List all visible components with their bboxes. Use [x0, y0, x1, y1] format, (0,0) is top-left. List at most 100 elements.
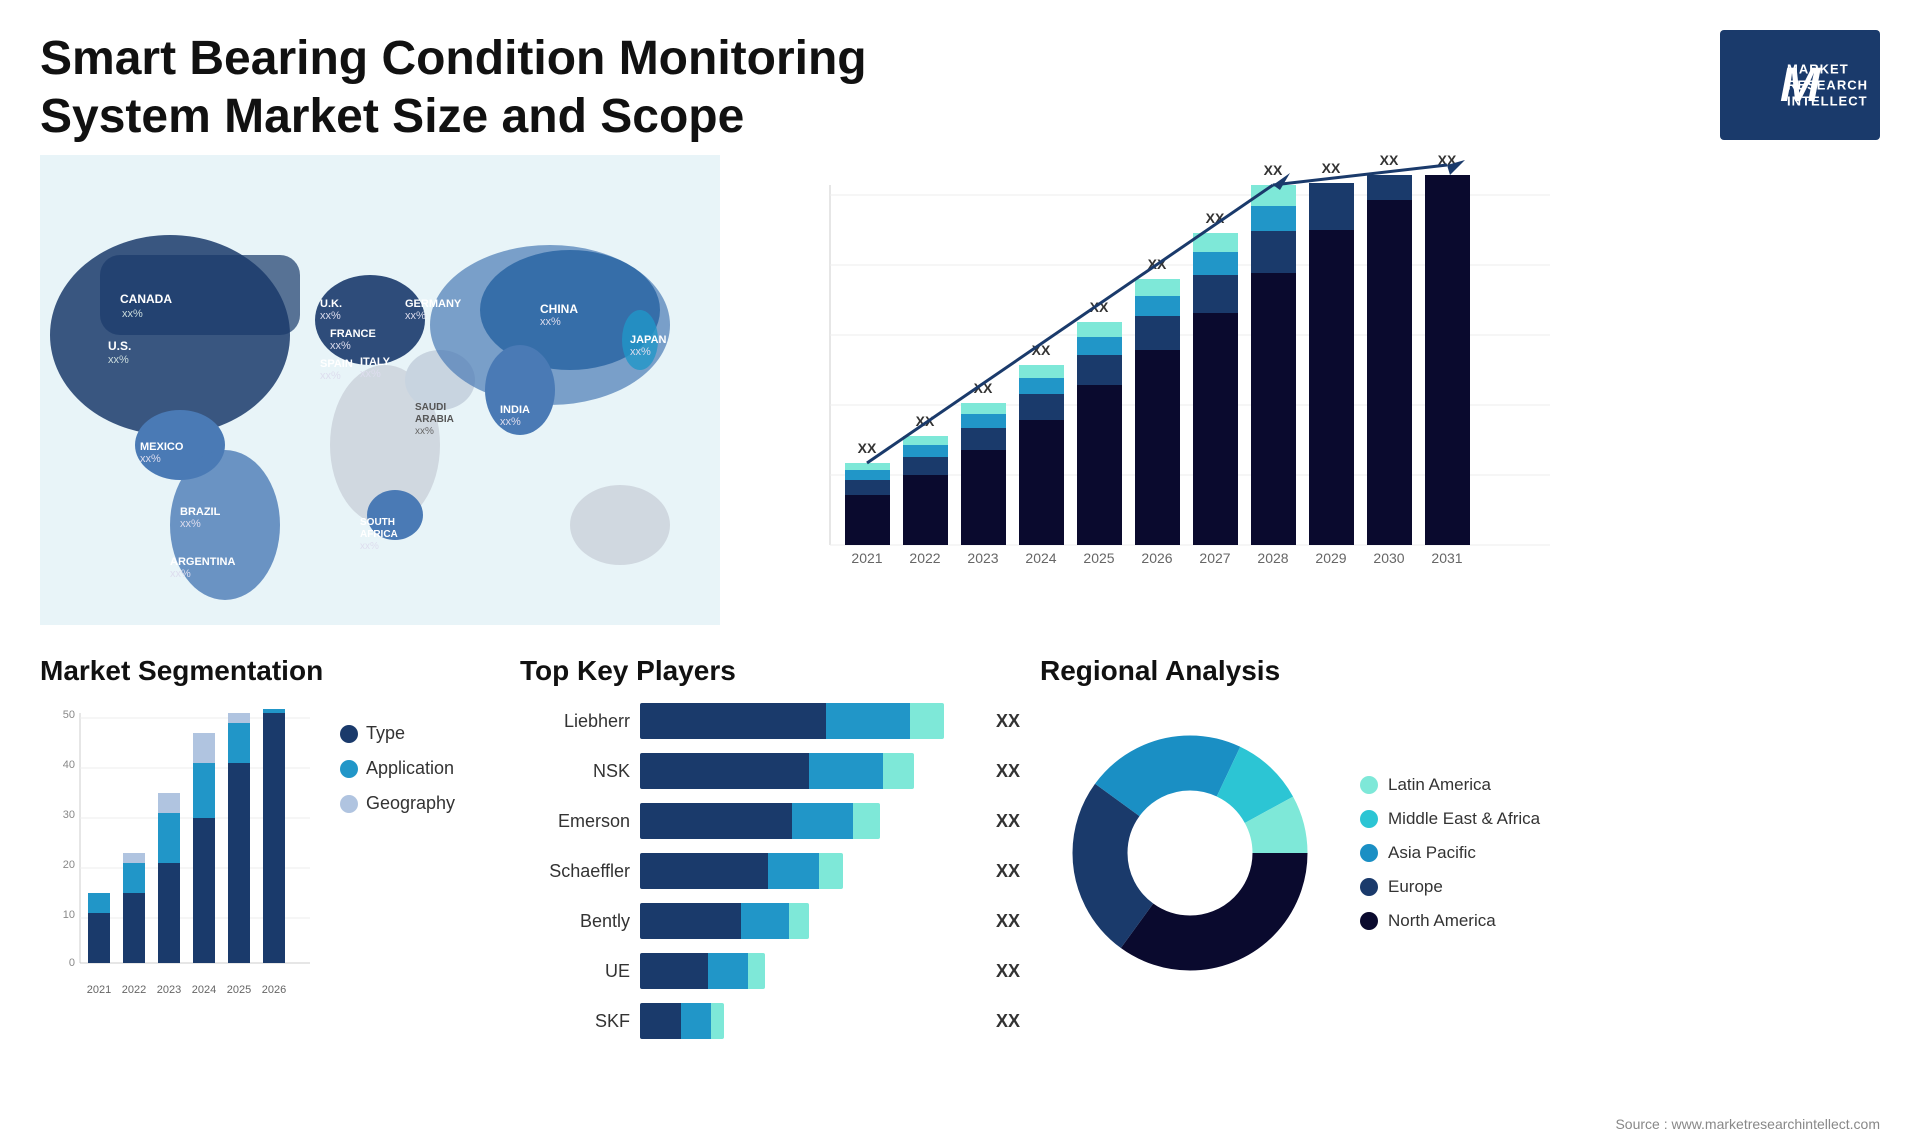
- type-dot: [340, 725, 358, 743]
- svg-text:ARGENTINA: ARGENTINA: [170, 556, 235, 568]
- svg-text:INDIA: INDIA: [500, 404, 530, 416]
- svg-text:FRANCE: FRANCE: [330, 328, 376, 340]
- svg-text:xx%: xx%: [330, 340, 351, 352]
- player-bar-emerson: [640, 803, 978, 839]
- reg-legend-na: North America: [1360, 911, 1540, 931]
- reg-legend-apac: Asia Pacific: [1360, 843, 1540, 863]
- svg-text:xx%: xx%: [170, 568, 191, 580]
- svg-text:ITALY: ITALY: [360, 356, 391, 368]
- svg-text:2025: 2025: [227, 984, 251, 996]
- svg-text:XX: XX: [1264, 162, 1283, 178]
- donut-chart-svg: [1040, 703, 1340, 1003]
- svg-text:GERMANY: GERMANY: [405, 298, 462, 310]
- segmentation-section: Market Segmentation 0 10 20 30 40 50: [40, 655, 500, 1075]
- svg-text:2024: 2024: [1025, 550, 1056, 566]
- growth-chart-container: XX XX XX XX: [760, 155, 1880, 635]
- apac-dot: [1360, 844, 1378, 862]
- svg-text:BRAZIL: BRAZIL: [180, 506, 221, 518]
- latin-label: Latin America: [1388, 775, 1491, 795]
- player-row-skf: SKF XX: [520, 1003, 1020, 1039]
- key-players-section: Top Key Players Liebherr XX: [520, 655, 1020, 1075]
- map-svg: CANADA xx% U.S. xx% MEXICO xx% BRAZIL xx…: [40, 155, 720, 625]
- geo-dot: [340, 795, 358, 813]
- svg-text:CANADA: CANADA: [120, 292, 172, 306]
- seg-chart-area: 0 10 20 30 40 50 2021: [40, 703, 500, 1013]
- player-row-emerson: Emerson XX: [520, 803, 1020, 839]
- page-title: Smart Bearing Condition Monitoring Syste…: [40, 30, 940, 145]
- svg-text:0: 0: [69, 957, 75, 969]
- svg-text:AFRICA: AFRICA: [360, 529, 398, 540]
- mea-label: Middle East & Africa: [1388, 809, 1540, 829]
- logo-line1: MARKET: [1787, 62, 1868, 77]
- svg-text:2026: 2026: [262, 984, 286, 996]
- regional-title: Regional Analysis: [1040, 655, 1880, 687]
- regional-legend: Latin America Middle East & Africa Asia …: [1360, 775, 1540, 931]
- europe-dot: [1360, 878, 1378, 896]
- reg-legend-mea: Middle East & Africa: [1360, 809, 1540, 829]
- svg-text:XX: XX: [1380, 155, 1399, 168]
- source-text: Source : www.marketresearchintellect.com: [1615, 1116, 1880, 1132]
- player-label-skf: XX: [996, 1003, 1020, 1039]
- svg-text:JAPAN: JAPAN: [630, 334, 667, 346]
- svg-text:xx%: xx%: [630, 346, 651, 358]
- svg-text:30: 30: [63, 809, 75, 821]
- apac-label: Asia Pacific: [1388, 843, 1476, 863]
- svg-text:2029: 2029: [1315, 550, 1346, 566]
- header: Smart Bearing Condition Monitoring Syste…: [0, 0, 1920, 155]
- player-name-nsk: NSK: [520, 761, 630, 782]
- player-name-emerson: Emerson: [520, 811, 630, 832]
- player-bar-liebherr: [640, 703, 978, 739]
- seg-bar-chart: 0 10 20 30 40 50 2021: [40, 703, 320, 1013]
- svg-text:xx%: xx%: [108, 354, 129, 366]
- player-label-schaeffler: XX: [996, 853, 1020, 889]
- growth-chart-svg: XX XX XX XX: [770, 155, 1570, 625]
- world-map: CANADA xx% U.S. xx% MEXICO xx% BRAZIL xx…: [40, 155, 720, 635]
- reg-legend-latin: Latin America: [1360, 775, 1540, 795]
- svg-text:xx%: xx%: [122, 308, 143, 320]
- legend-app-label: Application: [366, 758, 454, 779]
- bottom-section: Market Segmentation 0 10 20 30 40 50: [40, 655, 1880, 1075]
- europe-label: Europe: [1388, 877, 1443, 897]
- player-label-emerson: XX: [996, 803, 1020, 839]
- svg-text:2027: 2027: [1199, 550, 1230, 566]
- svg-text:U.K.: U.K.: [320, 298, 342, 310]
- player-name-bently: Bently: [520, 911, 630, 932]
- svg-text:XX: XX: [1322, 160, 1341, 176]
- svg-text:2024: 2024: [192, 984, 216, 996]
- svg-text:xx%: xx%: [415, 426, 434, 437]
- svg-text:SAUDI: SAUDI: [415, 402, 446, 413]
- key-players-title: Top Key Players: [520, 655, 1020, 687]
- logo-box: M MARKET RESEARCH INTELLECT: [1720, 30, 1880, 140]
- player-label-liebherr: XX: [996, 703, 1020, 739]
- player-bar-skf: [640, 1003, 978, 1039]
- legend-type-label: Type: [366, 723, 405, 744]
- latin-dot: [1360, 776, 1378, 794]
- svg-text:xx%: xx%: [405, 310, 426, 322]
- svg-text:SPAIN: SPAIN: [320, 358, 353, 370]
- player-row-bently: Bently XX: [520, 903, 1020, 939]
- logo-line2: RESEARCH: [1787, 78, 1868, 93]
- player-name-schaeffler: Schaeffler: [520, 861, 630, 882]
- svg-text:2021: 2021: [87, 984, 111, 996]
- player-bar-ue: [640, 953, 978, 989]
- player-name-liebherr: Liebherr: [520, 711, 630, 732]
- main-content: CANADA xx% U.S. xx% MEXICO xx% BRAZIL xx…: [0, 155, 1920, 1075]
- svg-text:MEXICO: MEXICO: [140, 441, 184, 453]
- legend-geography: Geography: [340, 793, 455, 814]
- player-name-ue: UE: [520, 961, 630, 982]
- svg-text:2023: 2023: [157, 984, 181, 996]
- svg-text:xx%: xx%: [140, 453, 161, 465]
- svg-text:10: 10: [63, 909, 75, 921]
- svg-text:2030: 2030: [1373, 550, 1404, 566]
- player-bar-bently: [640, 903, 978, 939]
- player-bar-nsk: [640, 753, 978, 789]
- svg-text:2025: 2025: [1083, 550, 1114, 566]
- player-row-schaeffler: Schaeffler XX: [520, 853, 1020, 889]
- logo-line3: INTELLECT: [1787, 94, 1868, 109]
- svg-text:xx%: xx%: [320, 310, 341, 322]
- svg-text:2021: 2021: [851, 550, 882, 566]
- player-name-skf: SKF: [520, 1011, 630, 1032]
- na-dot: [1360, 912, 1378, 930]
- player-label-bently: XX: [996, 903, 1020, 939]
- logo-text: MARKET RESEARCH INTELLECT: [1787, 62, 1868, 109]
